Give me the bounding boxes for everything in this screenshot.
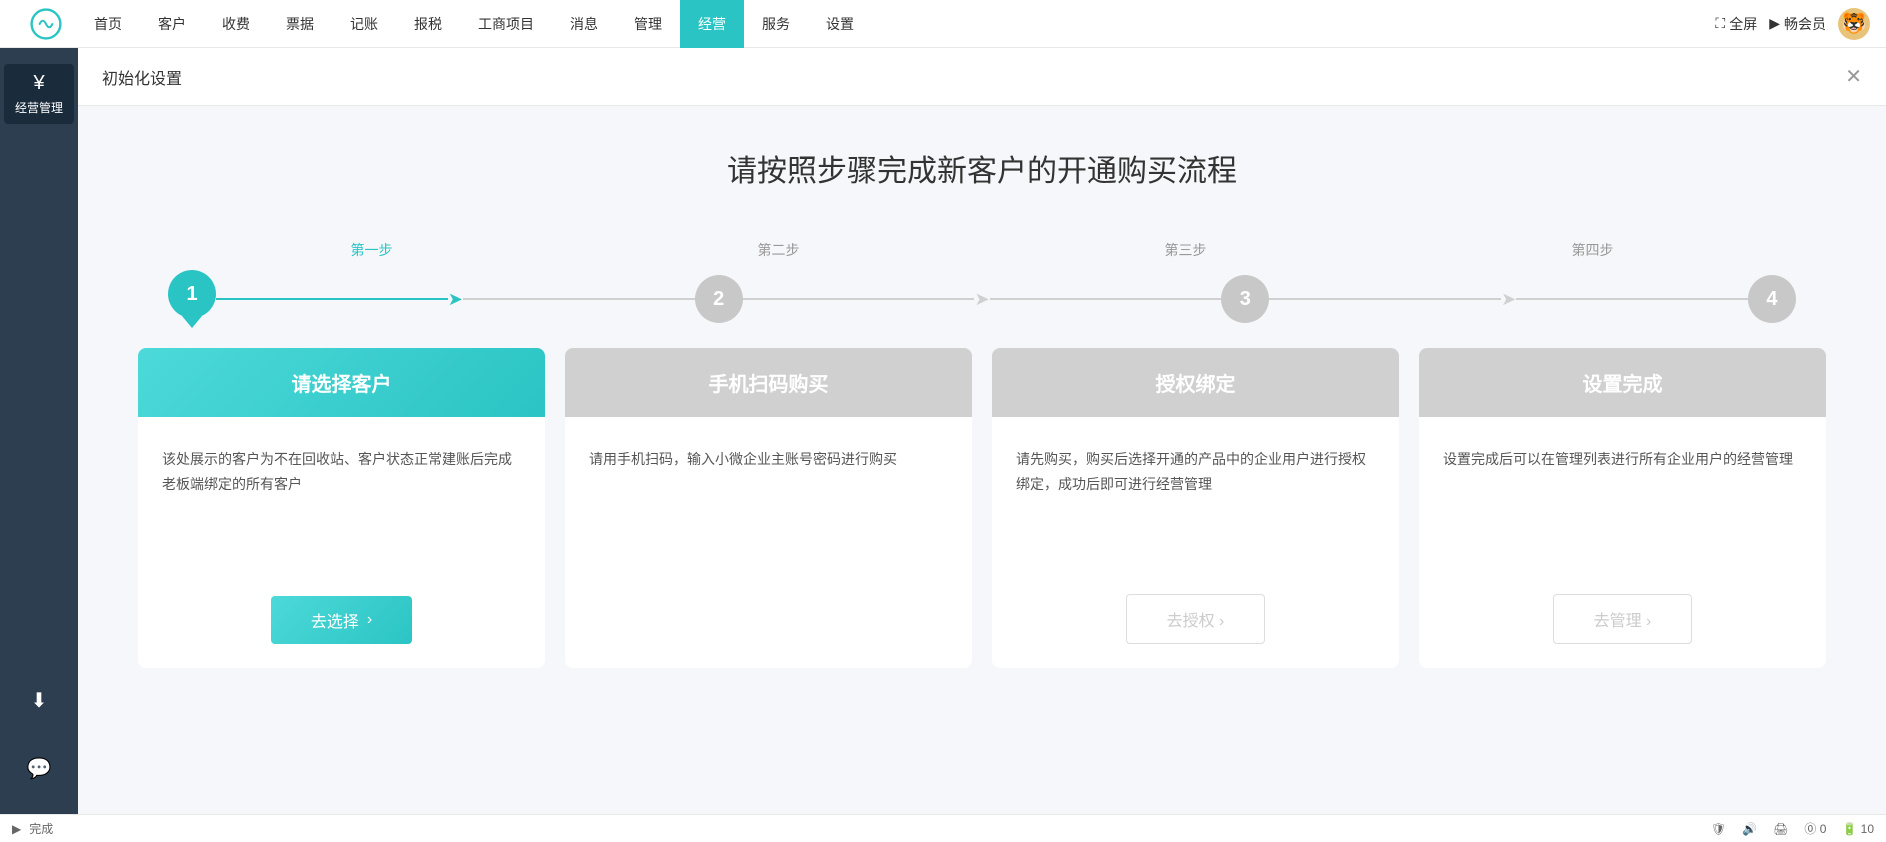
- step-circle-3: 3: [1221, 275, 1269, 323]
- step-label-1: 第一步: [168, 240, 575, 270]
- step-labels-row: 第一步 第二步 第三步 第四步: [138, 240, 1826, 270]
- connector-line-5: [1269, 298, 1501, 300]
- connector-arrow-1: ➤: [448, 290, 463, 308]
- nav-bill[interactable]: 票据: [268, 0, 332, 48]
- connector-arrow-3: ➤: [1501, 290, 1516, 308]
- step-2-label: 第二步: [758, 240, 800, 260]
- connector-line-1: [216, 298, 448, 300]
- step-4-label: 第四步: [1572, 240, 1614, 260]
- content-area: 请按照步骤完成新客户的开通购买流程 第一步 第二步 第三步 第四步 1: [78, 106, 1886, 708]
- nav-message[interactable]: 消息: [552, 0, 616, 48]
- sidebar-item-operation[interactable]: ¥ 经营管理: [4, 64, 74, 124]
- chat-icon: 💬: [27, 756, 52, 781]
- card-3-body: 请先购买，购买后选择开通的产品中的企业用户进行授权绑定，成功后即可进行经营管理: [992, 417, 1399, 578]
- sidebar-item-label: 经营管理: [15, 99, 63, 116]
- card-2-footer: [565, 628, 972, 668]
- battery-icon: 🔋 10: [1842, 822, 1874, 836]
- fullscreen-btn[interactable]: ⛶ 全屏: [1715, 14, 1757, 34]
- step-pointer-1: [182, 316, 202, 328]
- card-3-header: 授权绑定: [992, 348, 1399, 417]
- nav-items: 首页 客户 收费 票据 记账 报税 工商项目 消息 管理 经营 服务 设置: [76, 0, 1715, 48]
- close-button[interactable]: ✕: [1845, 64, 1862, 89]
- nav-operation[interactable]: 经营: [680, 0, 744, 48]
- play-status-icon: ▶: [12, 822, 21, 836]
- nav-business[interactable]: 工商项目: [460, 0, 552, 48]
- avatar[interactable]: 🐯: [1838, 8, 1870, 40]
- cards-container: 请选择客户 该处展示的客户为不在回收站、客户状态正常建账后完成老板端绑定的所有客…: [138, 348, 1826, 668]
- status-count: ⓪ 0: [1804, 820, 1826, 837]
- status-bar: ▶ 完成 🛡 🔊 🖨 ⓪ 0 🔋 10: [0, 814, 1886, 842]
- connector-line-6: [1516, 298, 1748, 300]
- nav-fee[interactable]: 收费: [204, 0, 268, 48]
- step-card-3: 授权绑定 请先购买，购买后选择开通的产品中的企业用户进行授权绑定，成功后即可进行…: [992, 348, 1399, 668]
- nav-manage[interactable]: 管理: [616, 0, 680, 48]
- nav-account[interactable]: 记账: [332, 0, 396, 48]
- step-1-btn-arrow: ›: [367, 611, 372, 629]
- card-2-header: 手机扫码购买: [565, 348, 972, 417]
- step-label-4: 第四步: [1389, 240, 1796, 270]
- card-3-footer: 去授权 ›: [992, 578, 1399, 668]
- shield-icon: 🛡: [1711, 822, 1726, 836]
- connector-row: 1 ➤ 2 ➤ 3 ➤ 4: [138, 270, 1826, 328]
- yen-icon: ¥: [33, 72, 44, 95]
- sidebar: ¥ 经营管理 ⬇ 💬: [0, 48, 78, 814]
- sidebar-download[interactable]: ⬇: [4, 670, 74, 730]
- step-1-btn-label: 去选择: [311, 608, 359, 632]
- card-1-header: 请选择客户: [138, 348, 545, 417]
- nav-home[interactable]: 首页: [76, 0, 140, 48]
- status-bar-right: 🛡 🔊 🖨 ⓪ 0 🔋 10: [1711, 820, 1874, 837]
- connector-line-2: [463, 298, 695, 300]
- status-label: 完成: [29, 820, 53, 837]
- nav-right: ⛶ 全屏 ▶ 畅会员 🐯: [1715, 8, 1870, 40]
- vip-label: 畅会员: [1784, 14, 1826, 34]
- step-4-btn-label: 去管理 ›: [1594, 607, 1652, 631]
- volume-icon: 🔊: [1742, 822, 1757, 836]
- step-3-action-btn[interactable]: 去授权 ›: [1126, 594, 1266, 644]
- step-card-1: 请选择客户 该处展示的客户为不在回收站、客户状态正常建账后完成老板端绑定的所有客…: [138, 348, 545, 668]
- page-header: 初始化设置 ✕: [78, 48, 1886, 106]
- card-1-footer: 去选择 ›: [138, 580, 545, 668]
- vip-btn[interactable]: ▶ 畅会员: [1769, 14, 1826, 34]
- fullscreen-label: 全屏: [1729, 14, 1757, 34]
- step-1-action-btn[interactable]: 去选择 ›: [271, 596, 412, 644]
- step-circle-2: 2: [695, 275, 743, 323]
- step-3-btn-label: 去授权 ›: [1167, 607, 1225, 631]
- play-icon: ▶: [1769, 15, 1780, 32]
- nav-settings[interactable]: 设置: [808, 0, 872, 48]
- download-icon: ⬇: [31, 688, 48, 713]
- app-logo: [16, 8, 76, 40]
- card-4-header: 设置完成: [1419, 348, 1826, 417]
- nav-customer[interactable]: 客户: [140, 0, 204, 48]
- page-title: 初始化设置: [102, 65, 182, 89]
- main-content: 初始化设置 ✕ 请按照步骤完成新客户的开通购买流程 第一步 第二步 第三步 第四…: [78, 48, 1886, 814]
- step-label-3: 第三步: [982, 240, 1389, 270]
- step-1-label: 第一步: [351, 240, 393, 260]
- card-4-body: 设置完成后可以在管理列表进行所有企业用户的经营管理: [1419, 417, 1826, 578]
- step-4-action-btn[interactable]: 去管理 ›: [1553, 594, 1693, 644]
- top-nav: 首页 客户 收费 票据 记账 报税 工商项目 消息 管理 经营 服务 设置 ⛶ …: [0, 0, 1886, 48]
- card-4-footer: 去管理 ›: [1419, 578, 1826, 668]
- card-2-body: 请用手机扫码，输入小微企业主账号密码进行购买: [565, 417, 972, 628]
- connector-line-4: [990, 298, 1222, 300]
- step-label-2: 第二步: [575, 240, 982, 270]
- main-heading: 请按照步骤完成新客户的开通购买流程: [138, 146, 1826, 190]
- nav-tax[interactable]: 报税: [396, 0, 460, 48]
- card-1-body: 该处展示的客户为不在回收站、客户状态正常建账后完成老板端绑定的所有客户: [138, 417, 545, 580]
- step-card-2: 手机扫码购买 请用手机扫码，输入小微企业主账号密码进行购买: [565, 348, 972, 668]
- sidebar-bottom: ⬇ 💬: [4, 670, 74, 814]
- step-3-label: 第三步: [1165, 240, 1207, 260]
- step-circle-4: 4: [1748, 275, 1796, 323]
- step-card-4: 设置完成 设置完成后可以在管理列表进行所有企业用户的经营管理 去管理 ›: [1419, 348, 1826, 668]
- connector-line-3: [743, 298, 975, 300]
- step-circle-1: 1: [168, 270, 216, 318]
- sidebar-support[interactable]: 💬: [4, 738, 74, 798]
- connector-arrow-2: ➤: [974, 290, 989, 308]
- printer-icon: 🖨: [1773, 822, 1788, 836]
- fullscreen-icon: ⛶: [1715, 15, 1725, 32]
- nav-service[interactable]: 服务: [744, 0, 808, 48]
